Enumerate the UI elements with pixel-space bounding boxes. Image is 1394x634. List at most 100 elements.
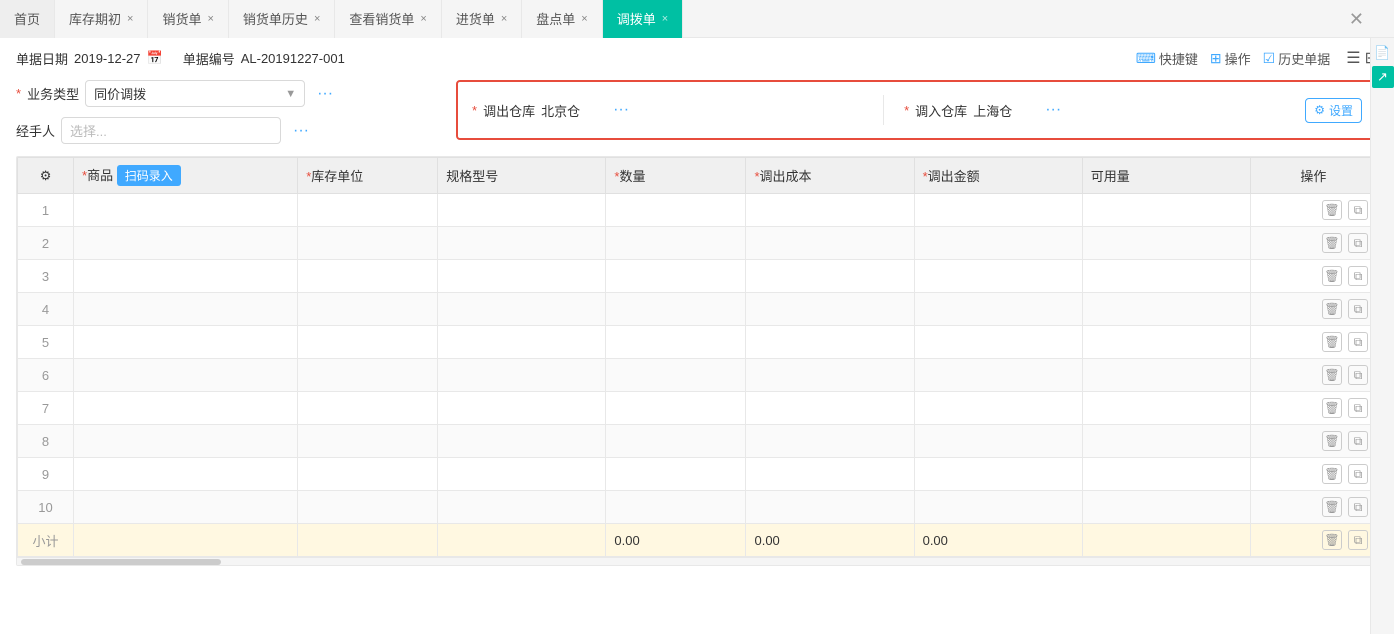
- business-type-more[interactable]: ···: [317, 85, 333, 103]
- tab-close-inventory-init[interactable]: ×: [127, 13, 133, 25]
- tab-inventory-init[interactable]: 库存期初×: [55, 0, 148, 38]
- delete-row-icon-9[interactable]: 🗑: [1322, 464, 1342, 484]
- quantity-cell-5[interactable]: [606, 326, 746, 359]
- transfer-amount-cell-5[interactable]: [914, 326, 1082, 359]
- copy-row-icon-4[interactable]: ⧉: [1348, 299, 1368, 319]
- scan-button[interactable]: 扫码录入: [117, 165, 181, 186]
- copy-row-icon-2[interactable]: ⧉: [1348, 233, 1368, 253]
- copy-row-icon-7[interactable]: ⧉: [1348, 398, 1368, 418]
- product-cell-10[interactable]: [74, 491, 298, 524]
- settings-button[interactable]: ⚙ 设置: [1305, 98, 1362, 123]
- delete-row-icon-2[interactable]: 🗑: [1322, 233, 1342, 253]
- business-type-select[interactable]: 同价调拨 ▼: [85, 80, 305, 107]
- tab-close-purchase-order[interactable]: ×: [501, 13, 507, 25]
- transfer-out-more[interactable]: ···: [613, 101, 629, 119]
- transfer-amount-cell-3[interactable]: [914, 260, 1082, 293]
- tab-close-view-sales[interactable]: ×: [420, 13, 426, 25]
- quantity-cell-7[interactable]: [606, 392, 746, 425]
- horizontal-scrollbar[interactable]: [17, 557, 1377, 565]
- calendar-icon[interactable]: 📅: [147, 50, 163, 66]
- copy-row-icon-11[interactable]: ⧉: [1348, 530, 1368, 550]
- transfer-cost-cell-6[interactable]: [746, 359, 914, 392]
- window-close-button[interactable]: ✕: [1349, 0, 1364, 38]
- product-cell-8[interactable]: [74, 425, 298, 458]
- copy-row-icon-9[interactable]: ⧉: [1348, 464, 1368, 484]
- quantity-cell-10[interactable]: [606, 491, 746, 524]
- copy-row-icon-8[interactable]: ⧉: [1348, 431, 1368, 451]
- transfer-amount-cell-4[interactable]: [914, 293, 1082, 326]
- transfer-amount-cell-8[interactable]: [914, 425, 1082, 458]
- quantity-cell-1[interactable]: [606, 194, 746, 227]
- tab-sales-history[interactable]: 销货单历史×: [229, 0, 335, 38]
- transfer-cost-cell-3[interactable]: [746, 260, 914, 293]
- delete-row-icon-7[interactable]: 🗑: [1322, 398, 1342, 418]
- tab-close-sales-order[interactable]: ×: [207, 13, 213, 25]
- spec-cell-8: [438, 425, 606, 458]
- transfer-cost-cell-1[interactable]: [746, 194, 914, 227]
- delete-row-icon-11[interactable]: 🗑: [1322, 530, 1342, 550]
- sidebar-export-icon[interactable]: ↗: [1372, 66, 1394, 88]
- shortcut-action[interactable]: ⌨ 快捷键: [1136, 49, 1198, 68]
- copy-row-icon-5[interactable]: ⧉: [1348, 332, 1368, 352]
- operation-cell-1: 🗑⧉: [1250, 194, 1376, 227]
- delete-row-icon-1[interactable]: 🗑: [1322, 200, 1342, 220]
- date-field: 单据日期 2019-12-27 📅: [16, 49, 163, 68]
- transfer-cost-cell-4[interactable]: [746, 293, 914, 326]
- transfer-cost-cell-7[interactable]: [746, 392, 914, 425]
- delete-row-icon-3[interactable]: 🗑: [1322, 266, 1342, 286]
- product-cell-4[interactable]: [74, 293, 298, 326]
- transfer-amount-cell-6[interactable]: [914, 359, 1082, 392]
- tab-close-inventory-check[interactable]: ×: [581, 13, 587, 25]
- product-cell-3[interactable]: [74, 260, 298, 293]
- copy-row-icon-6[interactable]: ⧉: [1348, 365, 1368, 385]
- transfer-amount-cell-9[interactable]: [914, 458, 1082, 491]
- transfer-amount-cell-2[interactable]: [914, 227, 1082, 260]
- gear-column-header[interactable]: ⚙: [18, 158, 74, 194]
- quantity-cell-8[interactable]: [606, 425, 746, 458]
- transfer-amount-cell-1[interactable]: [914, 194, 1082, 227]
- copy-row-icon-1[interactable]: ⧉: [1348, 200, 1368, 220]
- transfer-cost-cell-9[interactable]: [746, 458, 914, 491]
- tab-close-transfer-order[interactable]: ×: [662, 13, 668, 25]
- transfer-cost-cell-5[interactable]: [746, 326, 914, 359]
- operation-action[interactable]: ⊞ 操作: [1210, 49, 1251, 68]
- quantity-cell-2[interactable]: [606, 227, 746, 260]
- quantity-cell-6[interactable]: [606, 359, 746, 392]
- transfer-cost-column-header: *调出成本: [746, 158, 914, 194]
- sidebar-document-icon[interactable]: 📄: [1372, 42, 1394, 64]
- tab-close-sales-history[interactable]: ×: [314, 13, 320, 25]
- product-cell-7[interactable]: [74, 392, 298, 425]
- copy-row-icon-10[interactable]: ⧉: [1348, 497, 1368, 517]
- product-cell-5[interactable]: [74, 326, 298, 359]
- copy-row-icon-3[interactable]: ⧉: [1348, 266, 1368, 286]
- delete-row-icon-8[interactable]: 🗑: [1322, 431, 1342, 451]
- row-number-9: 9: [18, 458, 74, 491]
- quantity-cell-3[interactable]: [606, 260, 746, 293]
- transfer-amount-cell-10[interactable]: [914, 491, 1082, 524]
- transfer-amount-cell-7[interactable]: [914, 392, 1082, 425]
- product-cell-9[interactable]: [74, 458, 298, 491]
- tab-sales-order[interactable]: 销货单×: [148, 0, 228, 38]
- quantity-cell-4[interactable]: [606, 293, 746, 326]
- product-cell-6[interactable]: [74, 359, 298, 392]
- quantity-cell-9[interactable]: [606, 458, 746, 491]
- tab-home[interactable]: 首页: [0, 0, 55, 38]
- person-select[interactable]: 选择...: [61, 117, 281, 144]
- transfer-cost-cell-10[interactable]: [746, 491, 914, 524]
- tab-inventory-check[interactable]: 盘点单×: [522, 0, 602, 38]
- tab-purchase-order[interactable]: 进货单×: [442, 0, 522, 38]
- delete-row-icon-4[interactable]: 🗑: [1322, 299, 1342, 319]
- tab-view-sales[interactable]: 查看销货单×: [335, 0, 441, 38]
- history-action[interactable]: ☑ 历史单据: [1263, 49, 1331, 68]
- tab-transfer-order[interactable]: 调拨单×: [603, 0, 683, 38]
- product-cell-2[interactable]: [74, 227, 298, 260]
- view-toggle-list[interactable]: ☰: [1346, 48, 1360, 68]
- person-more[interactable]: ···: [293, 122, 309, 140]
- product-cell-1[interactable]: [74, 194, 298, 227]
- transfer-cost-cell-8[interactable]: [746, 425, 914, 458]
- delete-row-icon-10[interactable]: 🗑: [1322, 497, 1342, 517]
- transfer-in-more[interactable]: ···: [1045, 101, 1061, 119]
- delete-row-icon-6[interactable]: 🗑: [1322, 365, 1342, 385]
- transfer-cost-cell-2[interactable]: [746, 227, 914, 260]
- delete-row-icon-5[interactable]: 🗑: [1322, 332, 1342, 352]
